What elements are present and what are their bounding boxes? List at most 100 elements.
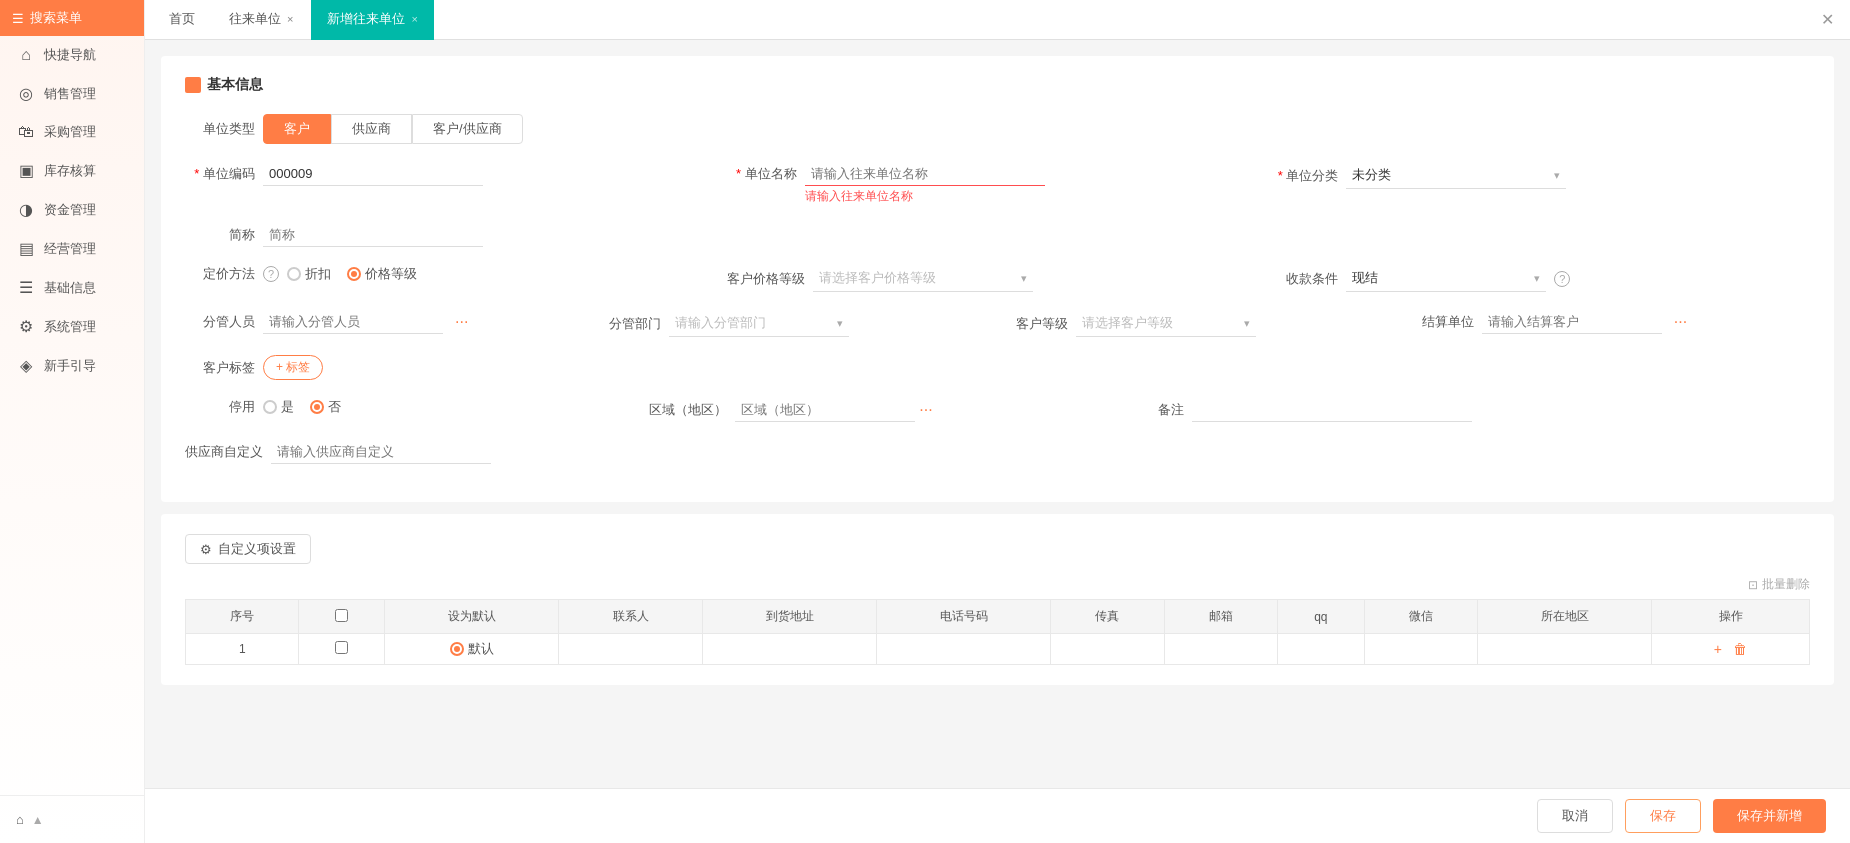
col-default: 设为默认 [385, 600, 559, 634]
department-chevron-icon: ▾ [837, 317, 843, 330]
tab-home[interactable]: 首页 [153, 0, 211, 40]
row-delete-btn[interactable]: 🗑 [1729, 641, 1751, 657]
section-title-icon [185, 77, 201, 93]
settlement-unit-input[interactable] [1482, 310, 1662, 334]
tab-close-partner-list[interactable]: × [287, 13, 293, 25]
sidebar-search-label: 搜索菜单 [30, 9, 82, 27]
short-name-input[interactable] [263, 223, 483, 247]
col-action: 操作 [1652, 600, 1810, 634]
short-name-row: 简称 [185, 223, 1810, 247]
tabbar-close-all[interactable]: ✕ [1813, 10, 1842, 29]
table-card: ⚙ 自定义项设置 ⊡ 批量删除 序号 设为默认 联系人 到货地址 电话号码 传真 [161, 514, 1834, 685]
note-input[interactable] [1192, 398, 1472, 422]
select-all-checkbox[interactable] [335, 609, 348, 622]
col-checkbox[interactable] [299, 600, 385, 634]
purchase-icon: 🛍 [16, 123, 36, 141]
row-add-btn[interactable]: + [1710, 641, 1726, 657]
sidebar-item-sales[interactable]: ◎ 销售管理 [0, 74, 144, 113]
disabled-label: 停用 [185, 398, 255, 416]
sidebar-item-basic[interactable]: ☰ 基础信息 [0, 268, 144, 307]
department-label: 分管部门 [591, 315, 661, 333]
payment-terms-select[interactable]: 现结 ▾ [1346, 265, 1546, 292]
unit-name-label: 单位名称 [727, 165, 797, 183]
save-new-button[interactable]: 保存并新增 [1713, 799, 1826, 833]
system-icon: ⚙ [16, 317, 36, 336]
unit-type-customer-btn[interactable]: 客户 [263, 114, 331, 144]
customer-price-level-select[interactable]: 请选择客户价格等级 ▾ [813, 265, 1033, 292]
disabled-yes-circle [263, 400, 277, 414]
pricing-level-radio[interactable]: 价格等级 [347, 265, 417, 283]
manager-input[interactable] [263, 310, 443, 334]
unit-name-input[interactable] [805, 162, 1045, 186]
region-input-wrapper: ··· [735, 398, 915, 422]
cancel-button[interactable]: 取消 [1537, 799, 1613, 833]
unit-code-group: 单位编码 [185, 162, 727, 186]
unit-category-select[interactable]: 未分类 ▾ [1346, 162, 1566, 189]
region-more-btn[interactable]: ··· [915, 401, 936, 419]
custom-settings-btn[interactable]: ⚙ 自定义项设置 [185, 534, 311, 564]
supplier-custom-input[interactable] [271, 440, 491, 464]
sidebar-item-system[interactable]: ⚙ 系统管理 [0, 307, 144, 346]
sidebar-bottom-item[interactable]: ⌂ ▲ [0, 804, 144, 835]
col-fax: 传真 [1051, 600, 1164, 634]
unit-type-both-btn[interactable]: 客户/供应商 [412, 114, 523, 144]
region-input[interactable] [735, 398, 915, 421]
tab-new-partner[interactable]: 新增往来单位× [311, 0, 433, 40]
discount-radio-circle [287, 267, 301, 281]
disabled-yes-radio[interactable]: 是 [263, 398, 294, 416]
payment-terms-label: 收款条件 [1268, 270, 1338, 288]
payment-terms-help-icon[interactable]: ? [1554, 271, 1570, 287]
sidebar-search[interactable]: ☰ 搜索菜单 [0, 0, 144, 36]
manager-more-btn[interactable]: ··· [451, 313, 472, 331]
pricing-method-help-icon[interactable]: ? [263, 266, 279, 282]
row-no: 1 [186, 634, 299, 665]
row-phone [877, 634, 1051, 665]
sidebar-item-operation[interactable]: ▤ 经营管理 [0, 229, 144, 268]
tab-partner-list[interactable]: 往来单位× [213, 0, 309, 40]
row-select-checkbox[interactable] [335, 641, 348, 654]
payment-terms-chevron-icon: ▾ [1534, 272, 1540, 285]
supplier-custom-group: 供应商自定义 [185, 440, 727, 464]
save-button[interactable]: 保存 [1625, 799, 1701, 833]
sidebar-item-guide[interactable]: ◈ 新手引导 [0, 346, 144, 385]
manager-label: 分管人员 [185, 313, 255, 331]
unit-code-input[interactable] [263, 162, 483, 186]
search-icon: ☰ [12, 11, 24, 26]
tag-add-btn[interactable]: + 标签 [263, 355, 323, 380]
unit-type-supplier-btn[interactable]: 供应商 [331, 114, 412, 144]
sidebar-item-label-operation: 经营管理 [44, 240, 96, 258]
row-action: + 🗑 [1652, 634, 1810, 665]
settlement-unit-more-btn[interactable]: ··· [1670, 313, 1691, 331]
sidebar-item-finance[interactable]: ◑ 资金管理 [0, 190, 144, 229]
disabled-region-row: 停用 是 否 区域（地区） [185, 398, 1810, 422]
customer-level-select[interactable]: 请选择客户等级 ▾ [1076, 310, 1256, 337]
sidebar-item-quick-nav[interactable]: ⌂ 快捷导航 [0, 36, 144, 74]
row-default-radio[interactable]: 默认 [395, 640, 548, 658]
unit-type-label: 单位类型 [185, 120, 255, 138]
row-region [1478, 634, 1652, 665]
disabled-yes-label: 是 [281, 398, 294, 416]
pricing-discount-radio[interactable]: 折扣 [287, 265, 331, 283]
gear-icon: ⚙ [200, 542, 212, 557]
tabbar: 首页往来单位×新增往来单位× ✕ [145, 0, 1850, 40]
code-name-category-row: 单位编码 单位名称 请输入往来单位名称 单位分类 [185, 162, 1810, 205]
sidebar-item-label-system: 系统管理 [44, 318, 96, 336]
delete-icon: ⊡ [1748, 578, 1758, 592]
unit-type-row: 单位类型 客户 供应商 客户/供应商 [185, 114, 1810, 144]
tab-close-new-partner[interactable]: × [411, 13, 417, 25]
department-select[interactable]: 请输入分管部门 ▾ [669, 310, 849, 337]
unit-type-group-wrapper: 单位类型 客户 供应商 客户/供应商 [185, 114, 1810, 144]
row-qq [1278, 634, 1365, 665]
row-checkbox[interactable] [299, 634, 385, 665]
main-area: 首页往来单位×新增往来单位× ✕ 基本信息 单位类型 客户 供应商 客户/供应商 [145, 0, 1850, 843]
settlement-unit-group: 结算单位 ··· [1404, 310, 1810, 334]
sidebar-item-inventory[interactable]: ▣ 库存核算 [0, 151, 144, 190]
batch-delete-wrapper[interactable]: ⊡ 批量删除 [185, 576, 1810, 593]
unit-category-value: 未分类 [1352, 166, 1554, 184]
row-address [703, 634, 877, 665]
footer: 取消 保存 保存并新增 [145, 788, 1850, 843]
sidebar-item-label-guide: 新手引导 [44, 357, 96, 375]
disabled-no-radio[interactable]: 否 [310, 398, 341, 416]
sidebar-item-purchase[interactable]: 🛍 采购管理 [0, 113, 144, 151]
batch-delete-label: 批量删除 [1762, 576, 1810, 593]
